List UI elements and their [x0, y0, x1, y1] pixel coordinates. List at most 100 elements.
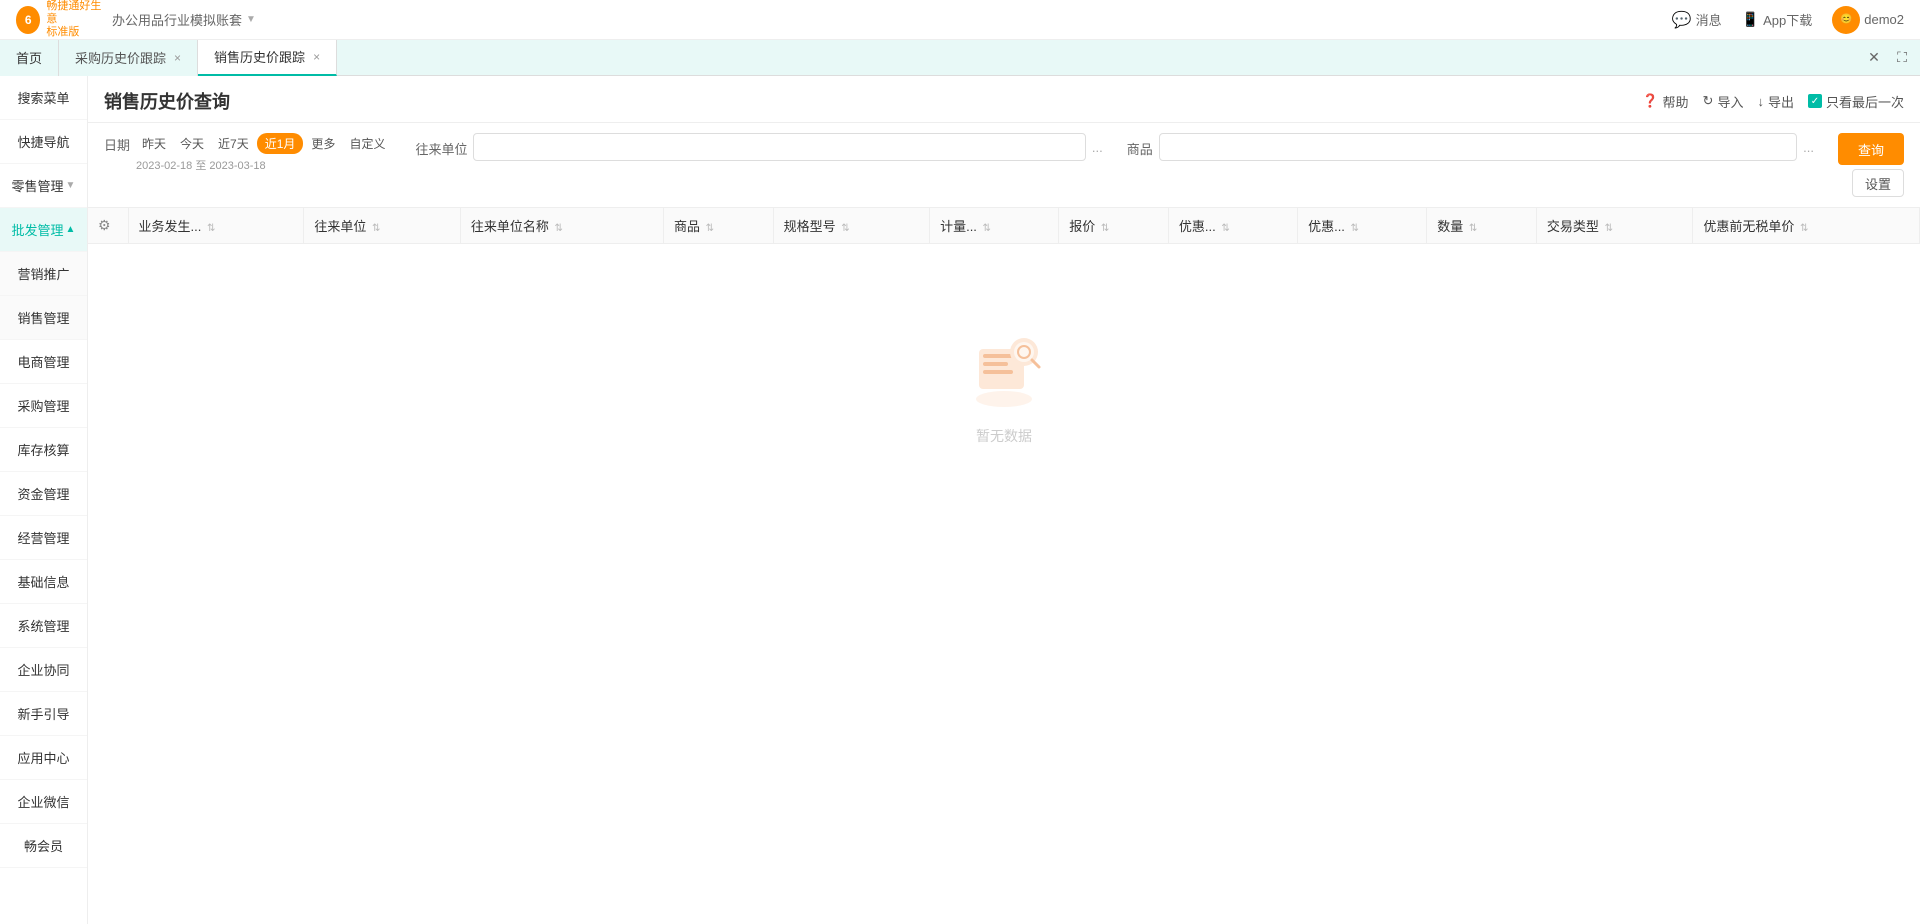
sidebar-item-retail-mgmt[interactable]: 零售管理 ▼	[0, 164, 87, 208]
app-icon: 📱	[1742, 11, 1759, 28]
empty-icon	[959, 324, 1049, 414]
th-pre-discount[interactable]: 优惠前无税单价 ⇅	[1693, 208, 1920, 244]
gear-icon: ⚙	[98, 217, 111, 233]
sidebar-item-guide[interactable]: 新手引导	[0, 692, 87, 736]
partner-input[interactable]	[473, 133, 1085, 161]
goods-input[interactable]	[1159, 133, 1797, 161]
sidebar-item-marketing[interactable]: 营销推广	[0, 252, 87, 296]
th-discount1[interactable]: 优惠... ⇅	[1168, 208, 1297, 244]
goods-filter-group: 商品 ...	[1127, 133, 1814, 161]
export-icon: ↓	[1757, 94, 1764, 109]
help-icon: ❓	[1642, 93, 1658, 109]
th-partner-code[interactable]: 往来单位 ⇅	[304, 208, 460, 244]
tab-bar-right: ✕ ⛶	[1864, 48, 1920, 68]
sort-arrows-biz: ⇅	[207, 223, 215, 234]
sidebar-item-system[interactable]: 系统管理	[0, 604, 87, 648]
th-quantity[interactable]: 数量 ⇅	[1427, 208, 1537, 244]
only-last-action[interactable]: ✓ 只看最后一次	[1808, 92, 1904, 111]
th-trade-type[interactable]: 交易类型 ⇅	[1536, 208, 1692, 244]
th-quantity-label: 数量	[1437, 219, 1463, 234]
app-download-action[interactable]: 📱 App下载	[1742, 10, 1813, 29]
sales-tab-close[interactable]: ×	[313, 50, 320, 64]
tab-maximize[interactable]: ⛶	[1892, 48, 1912, 68]
th-biz-date-label: 业务发生...	[139, 219, 202, 234]
logo-text: 畅捷通好生意 标准版	[46, 0, 104, 39]
th-partner-name-label: 往来单位名称	[471, 219, 549, 234]
sidebar-item-search-menu[interactable]: 搜索菜单	[0, 76, 87, 120]
sidebar-item-basic-info[interactable]: 基础信息	[0, 560, 87, 604]
table-container: ⚙ 业务发生... ⇅ 往来单位 ⇅ 往来单位名称 ⇅	[88, 208, 1920, 924]
date-range-display: 2023-02-18 至 2023-03-18	[136, 157, 391, 173]
tab-purchase-history[interactable]: 采购历史价跟踪 ×	[59, 40, 198, 76]
th-partner-name[interactable]: 往来单位名称 ⇅	[460, 208, 663, 244]
query-actions: 查询 设置	[1838, 133, 1904, 197]
date-label: 日期	[104, 133, 130, 154]
date-btn-today[interactable]: 今天	[174, 133, 210, 154]
partner-dots: ...	[1092, 140, 1103, 155]
th-partner-code-label: 往来单位	[314, 219, 366, 234]
date-btn-7days[interactable]: 近7天	[212, 133, 255, 154]
sidebar-item-wechat[interactable]: 企业微信	[0, 780, 87, 824]
sidebar-item-sales-mgmt[interactable]: 销售管理	[0, 296, 87, 340]
header-right: 💬 消息 📱 App下载 😊 demo2	[1672, 6, 1904, 34]
sidebar-item-inventory[interactable]: 库存核算	[0, 428, 87, 472]
help-action[interactable]: ❓ 帮助	[1642, 92, 1688, 111]
tab-home[interactable]: 首页	[0, 40, 59, 76]
table-header-row: ⚙ 业务发生... ⇅ 往来单位 ⇅ 往来单位名称 ⇅	[88, 208, 1920, 244]
goods-label: 商品	[1127, 137, 1153, 158]
sidebar-item-vip[interactable]: 畅会员	[0, 824, 87, 868]
tab-bar: 首页 采购历史价跟踪 × 销售历史价跟踪 × ✕ ⛶	[0, 40, 1920, 76]
content: 销售历史价查询 ❓ 帮助 ↻ 导入 ↓ 导出 ✓ 只看最后一次	[88, 76, 1920, 924]
message-icon: 💬	[1672, 10, 1692, 30]
sidebar-item-apps[interactable]: 应用中心	[0, 736, 87, 780]
th-discount2[interactable]: 优惠... ⇅	[1298, 208, 1427, 244]
logo-area: 6 畅捷通好生意 标准版	[16, 0, 104, 39]
date-filter-group: 日期 昨天 今天 近7天 近1月 更多 自定义 2023-02-18 至 202…	[104, 133, 391, 173]
header-left: 6 畅捷通好生意 标准版 办公用品行业模拟账套 ▼	[16, 0, 256, 39]
filter-row: 日期 昨天 今天 近7天 近1月 更多 自定义 2023-02-18 至 202…	[104, 133, 1904, 197]
empty-text: 暂无数据	[976, 426, 1032, 446]
avatar: 😊	[1832, 6, 1860, 34]
chevron-up-icon: ▲	[66, 224, 76, 235]
import-action[interactable]: ↻ 导入	[1703, 92, 1744, 111]
dropdown-icon[interactable]: ▼	[246, 14, 256, 25]
th-trade-type-label: 交易类型	[1547, 219, 1599, 234]
user-action[interactable]: 😊 demo2	[1832, 6, 1904, 34]
tab-close-all[interactable]: ✕	[1864, 48, 1884, 68]
app-title: 办公用品行业模拟账套 ▼	[112, 10, 256, 29]
sidebar-item-quick-nav[interactable]: 快捷导航	[0, 120, 87, 164]
date-btn-1month[interactable]: 近1月	[257, 133, 304, 154]
query-button[interactable]: 查询	[1838, 133, 1904, 165]
tab-sales-history[interactable]: 销售历史价跟踪 ×	[198, 40, 337, 76]
sidebar-item-enterprise[interactable]: 企业协同	[0, 648, 87, 692]
th-biz-date[interactable]: 业务发生... ⇅	[128, 208, 304, 244]
th-spec-label: 规格型号	[784, 219, 836, 234]
sort-arrows-quote: ⇅	[1101, 223, 1109, 234]
date-btn-more[interactable]: 更多	[305, 133, 341, 154]
sidebar-item-wholesale-mgmt[interactable]: 批发管理 ▲	[0, 208, 87, 252]
th-gear[interactable]: ⚙	[88, 208, 128, 244]
th-discount1-label: 优惠...	[1179, 219, 1216, 234]
sort-arrows-partner: ⇅	[372, 223, 380, 234]
sidebar-item-finance[interactable]: 资金管理	[0, 472, 87, 516]
main-layout: 搜索菜单 快捷导航 零售管理 ▼ 批发管理 ▲ 营销推广 销售管理 电商管理 采…	[0, 76, 1920, 924]
th-goods[interactable]: 商品 ⇅	[663, 208, 773, 244]
sidebar-item-purchase[interactable]: 采购管理	[0, 384, 87, 428]
th-unit-label: 计量...	[940, 219, 977, 234]
settings-button[interactable]: 设置	[1852, 169, 1904, 197]
date-btn-yesterday[interactable]: 昨天	[136, 133, 172, 154]
sidebar-item-operations[interactable]: 经营管理	[0, 516, 87, 560]
sidebar-item-ecommerce[interactable]: 电商管理	[0, 340, 87, 384]
th-spec[interactable]: 规格型号 ⇅	[773, 208, 929, 244]
purchase-tab-close[interactable]: ×	[174, 51, 181, 65]
message-action[interactable]: 💬 消息	[1672, 10, 1722, 30]
export-action[interactable]: ↓ 导出	[1757, 92, 1794, 111]
page-header: 销售历史价查询 ❓ 帮助 ↻ 导入 ↓ 导出 ✓ 只看最后一次	[88, 76, 1920, 123]
page-actions: ❓ 帮助 ↻ 导入 ↓ 导出 ✓ 只看最后一次	[1642, 92, 1904, 111]
logo-icon: 6	[16, 6, 40, 34]
empty-state: 暂无数据	[88, 244, 1920, 526]
th-unit[interactable]: 计量... ⇅	[930, 208, 1059, 244]
page-title: 销售历史价查询	[104, 88, 230, 114]
th-quote[interactable]: 报价 ⇅	[1059, 208, 1169, 244]
date-btn-custom[interactable]: 自定义	[343, 133, 391, 154]
